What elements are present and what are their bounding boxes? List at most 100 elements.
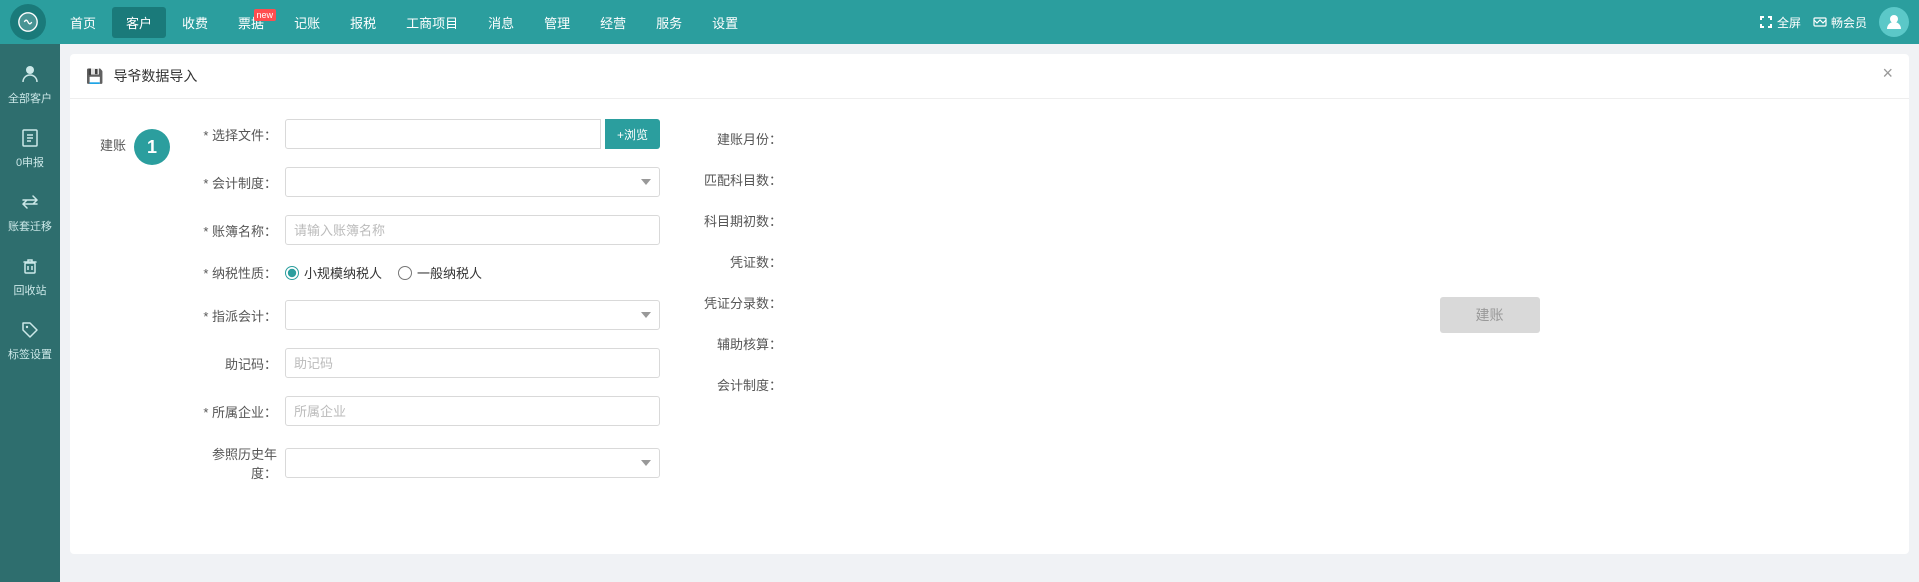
historical-year-label: 参照历史年度： (200, 444, 285, 482)
panel: 💾 导爷数据导入 × 建账 1 * 选择文件： (70, 54, 1909, 554)
info-label-3: 凭证数： (700, 252, 790, 271)
sidebar-item-回收站[interactable]: 回收站 (3, 246, 57, 306)
accounting-system-select[interactable] (285, 167, 660, 197)
info-label-4: 凭证分录数： (700, 293, 790, 312)
nav-item-管理[interactable]: 管理 (530, 7, 584, 38)
file-input-group: +浏览 (285, 119, 660, 149)
tax-type-label: * 纳税性质： (200, 263, 285, 282)
panel-body: 建账 1 * 选择文件： +浏览 * 会计制度： (70, 99, 1909, 520)
fullscreen-label: 全屏 (1777, 14, 1801, 31)
nav-badge-票据: new (254, 9, 277, 22)
nav-item-消息[interactable]: 消息 (474, 7, 528, 38)
file-input[interactable] (285, 119, 601, 149)
sidebar-label: 全部客户 (8, 90, 52, 106)
build-btn-area: 建账 (1040, 119, 1879, 500)
sidebar-label: 账套迁移 (8, 218, 52, 234)
sidebar-item-标签设置[interactable]: 标签设置 (3, 310, 57, 370)
info-row-1: 匹配科目数： (700, 170, 1040, 189)
sidebar-label: 0申报 (16, 154, 44, 170)
logo[interactable] (10, 4, 46, 40)
mnemonic-row: 助记码： (200, 348, 660, 378)
accounting-system-label: * 会计制度： (200, 173, 285, 192)
sidebar-label: 标签设置 (8, 346, 52, 362)
build-button[interactable]: 建账 (1440, 297, 1540, 333)
info-label-1: 匹配科目数： (700, 170, 790, 189)
info-label-0: 建账月份： (700, 129, 790, 148)
general-taxpayer-label: 一般纳税人 (417, 263, 482, 282)
nav-item-票据[interactable]: 票据new (224, 7, 278, 38)
info-row-0: 建账月份： (700, 129, 1040, 148)
sidebar: 全部客户 0申报账套迁移回收站标签设置 (0, 44, 60, 582)
company-input[interactable] (285, 396, 660, 426)
fullscreen-button[interactable]: 全屏 (1759, 14, 1801, 31)
sidebar-item-0申报[interactable]: 0申报 (3, 118, 57, 178)
sidebar-label: 回收站 (14, 282, 47, 298)
historical-year-row: 参照历史年度： (200, 444, 660, 482)
trash-icon (18, 254, 42, 278)
general-taxpayer-radio[interactable]: 一般纳税人 (398, 263, 482, 282)
info-section: 建账月份： 匹配科目数： 科目期初数： 凭证数： 凭证分录数： 辅助核算： 会计制度： (660, 119, 1040, 500)
ledger-name-row: * 账簿名称： (200, 215, 660, 245)
info-row-6: 会计制度： (700, 375, 1040, 394)
ledger-name-input[interactable] (285, 215, 660, 245)
nav-item-工商项目[interactable]: 工商项目 (392, 7, 472, 38)
accountant-row: * 指派会计： (200, 300, 660, 330)
vip-label: 畅会员 (1831, 14, 1867, 31)
company-row: * 所属企业： (200, 396, 660, 426)
nav-item-首页[interactable]: 首页 (56, 7, 110, 38)
step-section: 建账 1 (100, 119, 200, 500)
nav-item-收费[interactable]: 收费 (168, 7, 222, 38)
file-row: * 选择文件： +浏览 (200, 119, 660, 149)
mnemonic-label: 助记码： (200, 354, 285, 373)
info-label-6: 会计制度： (700, 375, 790, 394)
report-icon (18, 126, 42, 150)
import-icon: 💾 (86, 68, 103, 85)
info-row-4: 凭证分录数： (700, 293, 1040, 312)
file-label: * 选择文件： (200, 125, 285, 144)
close-button[interactable]: × (1882, 64, 1893, 82)
browse-button[interactable]: +浏览 (605, 119, 660, 149)
nav-items: 首页客户收费票据new记账报税工商项目消息管理经营服务设置 (56, 7, 1759, 38)
nav-item-客户[interactable]: 客户 (112, 7, 166, 38)
step-circle: 1 (134, 129, 170, 165)
nav-item-服务[interactable]: 服务 (642, 7, 696, 38)
nav-item-经营[interactable]: 经营 (586, 7, 640, 38)
accountant-select[interactable] (285, 300, 660, 330)
company-label: * 所属企业： (200, 402, 285, 421)
panel-header: 💾 导爷数据导入 × (70, 54, 1909, 99)
nav-item-设置[interactable]: 设置 (698, 7, 752, 38)
transfer-icon (18, 190, 42, 214)
accountant-label: * 指派会计： (200, 306, 285, 325)
sidebar-item-全部客户[interactable]: 全部客户 (3, 54, 57, 114)
mnemonic-input[interactable] (285, 348, 660, 378)
tax-type-radio-group: 小规模纳税人 一般纳税人 (285, 263, 660, 282)
info-label-2: 科目期初数： (700, 211, 790, 230)
nav-item-记账[interactable]: 记账 (280, 7, 334, 38)
vip-button[interactable]: 畅会员 (1813, 14, 1867, 31)
top-nav: 首页客户收费票据new记账报税工商项目消息管理经营服务设置 全屏 畅会员 (0, 0, 1919, 44)
info-row-3: 凭证数： (700, 252, 1040, 271)
accounting-system-row: * 会计制度： (200, 167, 660, 197)
main-layout: 全部客户 0申报账套迁移回收站标签设置 💾 导爷数据导入 × 建账 1 (0, 44, 1919, 582)
nav-item-报税[interactable]: 报税 (336, 7, 390, 38)
small-scale-radio-input[interactable] (285, 266, 299, 280)
avatar[interactable] (1879, 7, 1909, 37)
ledger-name-label: * 账簿名称： (200, 221, 285, 240)
tag-icon (18, 318, 42, 342)
general-taxpayer-radio-input[interactable] (398, 266, 412, 280)
info-row-5: 辅助核算： (700, 334, 1040, 353)
panel-title: 导爷数据导入 (113, 66, 197, 86)
step-label: 建账 (100, 129, 126, 154)
small-scale-label: 小规模纳税人 (304, 263, 382, 282)
right-top: 建账月份： 匹配科目数： 科目期初数： 凭证数： 凭证分录数： 辅助核算： 会计制度： 建账 (660, 119, 1879, 500)
sidebar-item-账套迁移[interactable]: 账套迁移 (3, 182, 57, 242)
content-area: 💾 导爷数据导入 × 建账 1 * 选择文件： (60, 44, 1919, 582)
form-section: * 选择文件： +浏览 * 会计制度： (200, 119, 660, 500)
info-label-5: 辅助核算： (700, 334, 790, 353)
historical-year-select[interactable] (285, 448, 660, 478)
small-scale-radio[interactable]: 小规模纳税人 (285, 263, 382, 282)
info-row-2: 科目期初数： (700, 211, 1040, 230)
nav-right: 全屏 畅会员 (1759, 7, 1909, 37)
tax-type-row: * 纳税性质： 小规模纳税人 一般纳税人 (200, 263, 660, 282)
people-icon (18, 62, 42, 86)
